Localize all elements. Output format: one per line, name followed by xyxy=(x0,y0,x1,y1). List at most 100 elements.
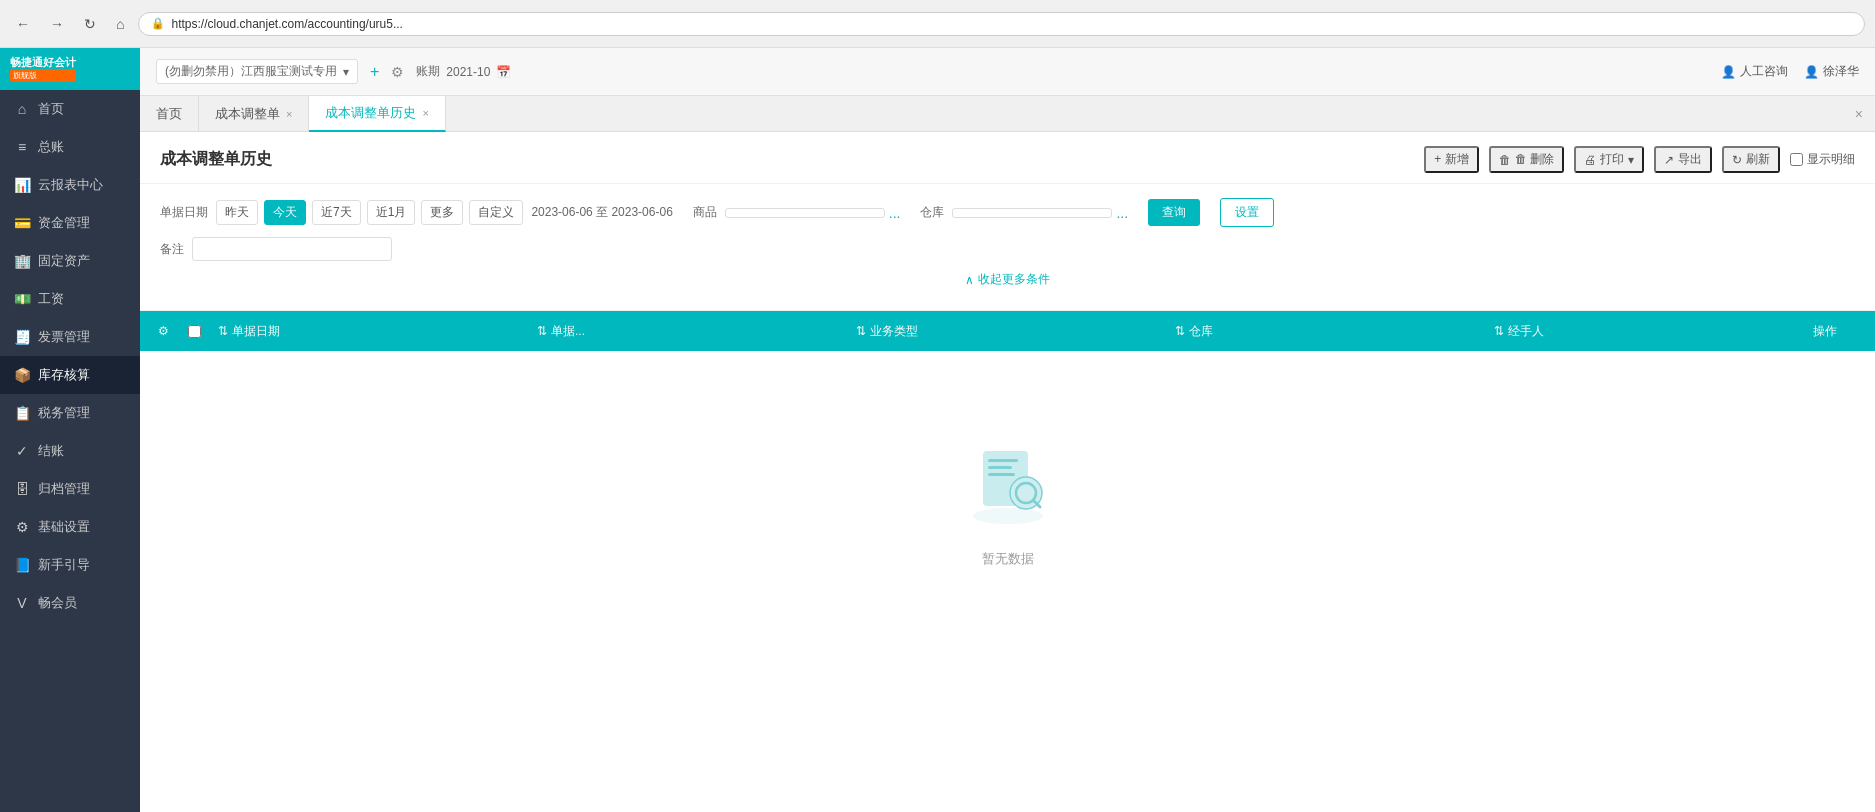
guide-icon: 📘 xyxy=(14,557,30,573)
sidebar-item-funds-label: 资金管理 xyxy=(38,214,90,232)
th-biz-type[interactable]: ⇅ 业务类型 xyxy=(848,323,1167,340)
svg-rect-4 xyxy=(988,473,1015,476)
sidebar-item-inventory[interactable]: 📦 库存核算 xyxy=(0,356,140,394)
company-selector[interactable]: (勿删勿禁用）江西服宝测试专用 ▾ xyxy=(156,59,358,84)
back-button[interactable]: ← xyxy=(10,14,36,34)
th-checkbox[interactable] xyxy=(180,325,210,338)
user-name: 徐泽华 xyxy=(1823,63,1859,80)
sidebar-item-invoice[interactable]: 🧾 发票管理 xyxy=(0,318,140,356)
forward-button[interactable]: → xyxy=(44,14,70,34)
select-all-checkbox[interactable] xyxy=(188,325,201,338)
tab-bar-global-close[interactable]: × xyxy=(1843,106,1875,122)
display-columns-label: 显示明细 xyxy=(1807,151,1855,168)
th-handler[interactable]: ⇅ 经手人 xyxy=(1486,323,1805,340)
sidebar-item-closing[interactable]: ✓ 结账 xyxy=(0,432,140,470)
page-area: 成本调整单历史 + 新增 🗑 🗑 删除 🖨 打印 ▾ ↗ 导出 xyxy=(140,132,1875,812)
date-btn-today[interactable]: 今天 xyxy=(264,200,306,225)
sidebar-item-salary[interactable]: 💵 工资 xyxy=(0,280,140,318)
company-dropdown-icon: ▾ xyxy=(343,65,349,79)
th-date[interactable]: ⇅ 单据日期 xyxy=(210,323,529,340)
sidebar-item-home[interactable]: ⌂ 首页 xyxy=(0,90,140,128)
warehouse-select-dots[interactable]: ... xyxy=(1116,205,1128,221)
note-input[interactable] xyxy=(192,237,392,261)
funds-icon: 💳 xyxy=(14,215,30,231)
sidebar-item-ledger[interactable]: ≡ 总账 xyxy=(0,128,140,166)
tab-cost-adjust-history[interactable]: 成本调整单历史 × xyxy=(309,96,445,132)
closing-icon: ✓ xyxy=(14,443,30,459)
date-btn-7days[interactable]: 近7天 xyxy=(312,200,361,225)
th-actions-label: 操作 xyxy=(1813,323,1837,340)
sidebar-item-inventory-label: 库存核算 xyxy=(38,366,90,384)
new-button[interactable]: + 新增 xyxy=(1424,146,1478,173)
logo-badge: 旗舰版 xyxy=(10,69,76,82)
th-voucher[interactable]: ⇅ 单据... xyxy=(529,323,848,340)
page-actions: + 新增 🗑 🗑 删除 🖨 打印 ▾ ↗ 导出 xyxy=(1424,146,1855,173)
print-label: 打印 xyxy=(1600,151,1624,168)
display-columns-checkbox[interactable]: 显示明细 xyxy=(1790,151,1855,168)
sidebar-item-guide[interactable]: 📘 新手引导 xyxy=(0,546,140,584)
period-label: 账期 xyxy=(416,63,440,80)
tax-icon: 📋 xyxy=(14,405,30,421)
product-select: ... xyxy=(725,205,901,221)
date-btn-more[interactable]: 更多 xyxy=(421,200,463,225)
settings-button[interactable]: 设置 xyxy=(1220,198,1274,227)
sidebar-item-funds[interactable]: 💳 资金管理 xyxy=(0,204,140,242)
refresh-button[interactable]: ↻ xyxy=(78,14,102,34)
date-btn-1month[interactable]: 近1月 xyxy=(367,200,416,225)
sidebar-item-assets[interactable]: 🏢 固定资产 xyxy=(0,242,140,280)
th-warehouse[interactable]: ⇅ 仓库 xyxy=(1167,323,1486,340)
export-icon: ↗ xyxy=(1664,153,1674,167)
note-filter-label: 备注 xyxy=(160,241,184,258)
sidebar-item-archive-label: 归档管理 xyxy=(38,480,90,498)
user-menu[interactable]: 👤 徐泽华 xyxy=(1804,63,1859,80)
print-button[interactable]: 🖨 打印 ▾ xyxy=(1574,146,1644,173)
sidebar-item-settings[interactable]: ⚙ 基础设置 xyxy=(0,508,140,546)
warehouse-filter-item: 仓库 ... xyxy=(920,204,1128,221)
user-avatar-icon: 👤 xyxy=(1804,65,1819,79)
ssl-lock-icon: 🔒 xyxy=(151,17,165,30)
assets-icon: 🏢 xyxy=(14,253,30,269)
sidebar-logo[interactable]: 畅捷通好会计 旗舰版 xyxy=(0,48,140,90)
browser-chrome: ← → ↻ ⌂ 🔒 https://cloud.chanjet.com/acco… xyxy=(0,0,1875,48)
sidebar-item-vip-label: 畅会员 xyxy=(38,594,77,612)
sidebar-item-tax[interactable]: 📋 税务管理 xyxy=(0,394,140,432)
export-button[interactable]: ↗ 导出 xyxy=(1654,146,1712,173)
calendar-icon[interactable]: 📅 xyxy=(496,65,511,79)
date-filter-buttons: 昨天 今天 近7天 近1月 更多 自定义 xyxy=(216,200,523,225)
add-company-button[interactable]: + xyxy=(370,63,379,81)
period-info: 账期 2021-10 📅 xyxy=(416,63,511,80)
settings-icon: ⚙ xyxy=(14,519,30,535)
refresh-button-page[interactable]: ↻ 刷新 xyxy=(1722,146,1780,173)
sidebar-item-archive[interactable]: 🗄 归档管理 xyxy=(0,470,140,508)
address-bar[interactable]: 🔒 https://cloud.chanjet.com/accounting/u… xyxy=(138,12,1865,36)
archive-icon: 🗄 xyxy=(14,481,30,497)
sidebar-item-vip[interactable]: V 畅会员 xyxy=(0,584,140,622)
date-btn-yesterday[interactable]: 昨天 xyxy=(216,200,258,225)
tab-cost-adjust-label: 成本调整单 xyxy=(215,105,280,123)
query-button[interactable]: 查询 xyxy=(1148,199,1200,226)
date-btn-custom[interactable]: 自定义 xyxy=(469,200,523,225)
collapse-button[interactable]: ∧ 收起更多条件 xyxy=(965,271,1050,288)
support-button[interactable]: 👤 人工咨询 xyxy=(1721,63,1788,80)
warehouse-select-box[interactable] xyxy=(952,208,1112,218)
display-columns-input[interactable] xyxy=(1790,153,1803,166)
sidebar-item-reports[interactable]: 📊 云报表中心 xyxy=(0,166,140,204)
home-button[interactable]: ⌂ xyxy=(110,14,130,34)
support-label: 人工咨询 xyxy=(1740,63,1788,80)
tab-cost-adjust-history-close[interactable]: × xyxy=(422,107,428,119)
th-settings[interactable]: ⚙ xyxy=(150,324,180,338)
salary-icon: 💵 xyxy=(14,291,30,307)
top-bar: (勿删勿禁用）江西服宝测试专用 ▾ + ⚙ 账期 2021-10 📅 👤 人工咨… xyxy=(140,48,1875,96)
delete-button[interactable]: 🗑 🗑 删除 xyxy=(1489,146,1564,173)
empty-state: 暂无数据 xyxy=(140,351,1875,648)
settings-gear-icon[interactable]: ⚙ xyxy=(391,64,404,80)
home-icon: ⌂ xyxy=(14,101,30,117)
tab-home[interactable]: 首页 xyxy=(140,96,199,132)
product-select-dots[interactable]: ... xyxy=(889,205,901,221)
tab-cost-adjust-close[interactable]: × xyxy=(286,108,292,120)
product-select-box[interactable] xyxy=(725,208,885,218)
vip-icon: V xyxy=(14,595,30,611)
tab-cost-adjust[interactable]: 成本调整单 × xyxy=(199,96,309,132)
date-range-text: 2023-06-06 至 2023-06-06 xyxy=(531,204,672,221)
print-icon: 🖨 xyxy=(1584,153,1596,167)
